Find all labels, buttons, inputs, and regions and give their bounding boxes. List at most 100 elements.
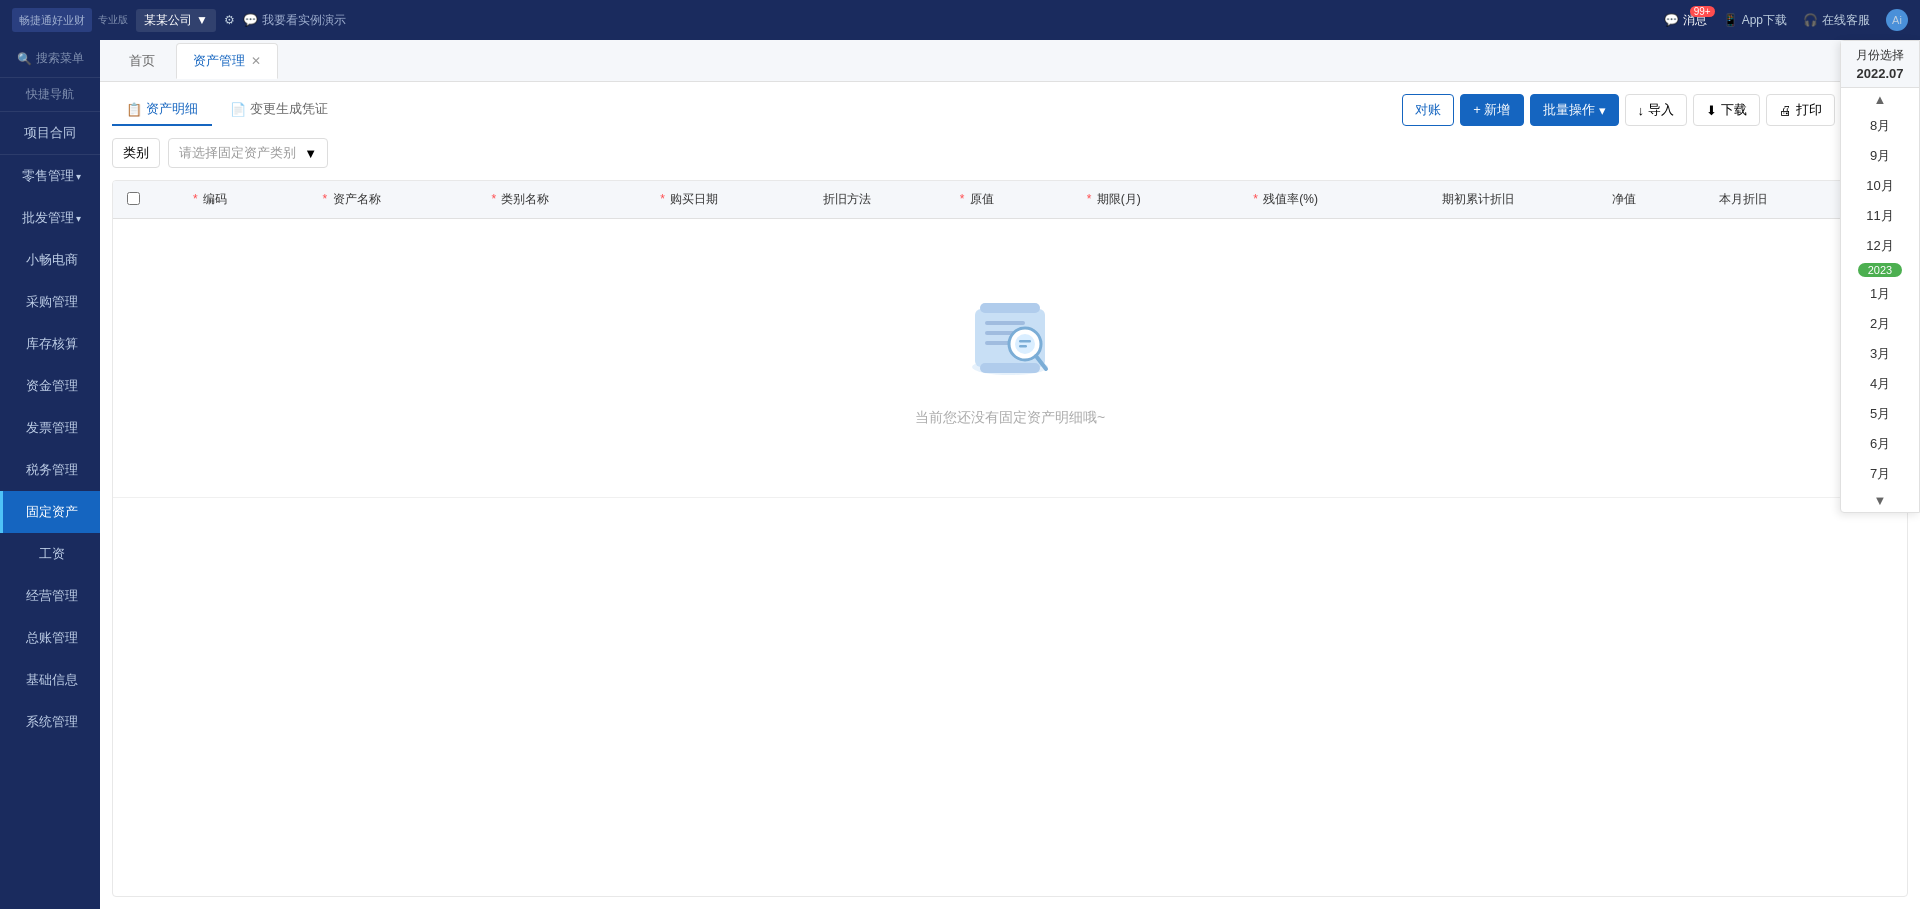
messages-button[interactable]: 💬 消息 99+: [1664, 12, 1707, 29]
month-item-4[interactable]: 4月: [1841, 369, 1919, 399]
page-content: 📋 资产明细 📄 变更生成凭证 对账 + 新增 批量操作: [100, 82, 1920, 909]
toolbar-left: 类别 请选择固定资产类别 ▼: [112, 138, 328, 168]
asset-detail-icon: 📋: [126, 102, 142, 117]
month-item-9[interactable]: 9月: [1841, 141, 1919, 171]
empty-state: 当前您还没有固定资产明细哦~: [121, 229, 1899, 487]
app-logo: 畅捷通好业财 专业版: [12, 8, 128, 32]
sidebar-item-base-info[interactable]: 基础信息: [0, 659, 100, 701]
sidebar-item-invoice[interactable]: 发票管理: [0, 407, 100, 449]
header-accumulated-depreciation: 期初累计折旧: [1378, 181, 1579, 219]
sidebar-item-inventory[interactable]: 库存核算: [0, 323, 100, 365]
empty-state-cell: 当前您还没有固定资产明细哦~: [113, 219, 1907, 498]
demo-icon: 💬: [243, 13, 258, 27]
sidebar-item-retail[interactable]: 零售管理 ▾: [0, 155, 100, 197]
empty-state-row: 当前您还没有固定资产明细哦~: [113, 219, 1907, 498]
import-button[interactable]: ↓ 导入: [1625, 94, 1688, 126]
asset-table: * 编码 * 资产名称 * 类别名称: [112, 180, 1908, 897]
month-item-3[interactable]: 3月: [1841, 339, 1919, 369]
search-menu[interactable]: 🔍 搜索菜单: [0, 40, 100, 78]
content-area: 首页 资产管理 ✕ 📋 资产明细 📄 变更生成凭证: [100, 40, 1920, 909]
sub-tab-change-voucher[interactable]: 📄 变更生成凭证: [216, 94, 342, 126]
table-header: * 编码 * 资产名称 * 类别名称: [113, 181, 1907, 219]
top-bar: 畅捷通好业财 专业版 某某公司 ▼ ⚙ 💬 我要看实例演示 💬 消息 99+ 📱…: [0, 0, 1920, 40]
month-selector-panel: 月份选择 2022.07 ▲ 8月 9月 10月 11月 12月 2023 1月…: [1840, 40, 1920, 513]
print-button[interactable]: 🖨 打印: [1766, 94, 1835, 126]
category-filter[interactable]: 类别: [112, 138, 160, 168]
logo-icon: 畅捷通好业财: [12, 8, 92, 32]
top-bar-right: 💬 消息 99+ 📱 App下载 🎧 在线客服 Ai: [1664, 9, 1908, 31]
table-header-row: * 编码 * 资产名称 * 类别名称: [113, 181, 1907, 219]
month-item-1[interactable]: 1月: [1841, 279, 1919, 309]
sidebar-item-system[interactable]: 系统管理: [0, 701, 100, 743]
sidebar-item-tax[interactable]: 税务管理: [0, 449, 100, 491]
add-button[interactable]: + 新增: [1460, 94, 1523, 126]
sidebar-item-label: 工资: [39, 545, 65, 563]
header-monthly-depreciation: 本月折旧: [1670, 181, 1816, 219]
select-all-checkbox[interactable]: [127, 192, 140, 205]
month-nav-up[interactable]: ▲: [1841, 88, 1919, 111]
sidebar-item-salary[interactable]: 工资: [0, 533, 100, 575]
header-period: * 期限(月): [1034, 181, 1194, 219]
sub-tab-asset-detail-label: 资产明细: [146, 100, 198, 118]
svg-rect-11: [1019, 345, 1027, 348]
tab-close-icon[interactable]: ✕: [251, 54, 261, 68]
phone-icon: 📱: [1723, 13, 1738, 27]
month-item-2[interactable]: 2月: [1841, 309, 1919, 339]
sidebar-item-quick-nav[interactable]: 快捷导航: [0, 78, 100, 112]
tab-asset-mgmt[interactable]: 资产管理 ✕: [176, 43, 278, 79]
demo-button[interactable]: 💬 我要看实例演示: [243, 12, 346, 29]
company-selector[interactable]: 某某公司 ▼: [136, 9, 216, 32]
category-select[interactable]: 请选择固定资产类别 ▼: [168, 138, 328, 168]
header-category: * 类别名称: [436, 181, 605, 219]
month-item-12[interactable]: 12月: [1841, 231, 1919, 261]
month-item-11[interactable]: 11月: [1841, 201, 1919, 231]
month-panel-year: 2022.07: [1849, 66, 1911, 81]
header-asset-name: * 资产名称: [267, 181, 436, 219]
month-item-6[interactable]: 6月: [1841, 429, 1919, 459]
sidebar-item-wholesale[interactable]: 批发管理 ▾: [0, 197, 100, 239]
tab-home-label: 首页: [129, 52, 155, 70]
sidebar-item-finance[interactable]: 资金管理: [0, 365, 100, 407]
add-label: + 新增: [1473, 101, 1510, 119]
table-body: 当前您还没有固定资产明细哦~: [113, 219, 1907, 498]
sidebar-item-label: 零售管理: [22, 167, 74, 185]
user-menu[interactable]: Ai: [1886, 9, 1908, 31]
chevron-down-icon: ▾: [76, 213, 81, 224]
print-icon: 🖨: [1779, 103, 1792, 118]
sidebar-item-ledger[interactable]: 总账管理: [0, 617, 100, 659]
online-service-label: 在线客服: [1822, 12, 1870, 29]
svg-rect-3: [980, 363, 1040, 373]
month-item-8[interactable]: 8月: [1841, 111, 1919, 141]
reconcile-button[interactable]: 对账: [1402, 94, 1454, 126]
change-voucher-icon: 📄: [230, 102, 246, 117]
month-item-5[interactable]: 5月: [1841, 399, 1919, 429]
filter-label: 类别: [123, 144, 149, 162]
sidebar-item-fixed-assets[interactable]: 固定资产: [0, 491, 100, 533]
quick-nav-label: 快捷导航: [26, 86, 74, 103]
sidebar-item-label: 经营管理: [26, 587, 78, 605]
download-button[interactable]: ⬇ 下载: [1693, 94, 1760, 126]
month-nav-down[interactable]: ▼: [1841, 489, 1919, 512]
tab-home[interactable]: 首页: [112, 43, 172, 78]
batch-button[interactable]: 批量操作 ▾: [1530, 94, 1619, 126]
svg-point-8: [1015, 334, 1035, 354]
sidebar-item-project[interactable]: 项目合同: [0, 112, 100, 155]
svg-rect-4: [985, 321, 1025, 325]
import-icon: ↓: [1638, 103, 1645, 118]
sidebar-item-operations[interactable]: 经营管理: [0, 575, 100, 617]
sidebar-item-ecommerce[interactable]: 小畅电商: [0, 239, 100, 281]
month-item-7[interactable]: 7月: [1841, 459, 1919, 489]
online-service-button[interactable]: 🎧 在线客服: [1803, 12, 1870, 29]
demo-label: 我要看实例演示: [262, 12, 346, 29]
app-download-button[interactable]: 📱 App下载: [1723, 12, 1787, 29]
sidebar-item-purchase[interactable]: 采购管理: [0, 281, 100, 323]
header-checkbox-cell: [113, 181, 153, 219]
sub-tab-change-voucher-label: 变更生成凭证: [250, 100, 328, 118]
month-item-10[interactable]: 10月: [1841, 171, 1919, 201]
sidebar-item-label: 固定资产: [26, 503, 78, 521]
search-icon: 🔍: [17, 52, 32, 66]
top-bar-left: 畅捷通好业财 专业版 某某公司 ▼ ⚙ 💬 我要看实例演示: [12, 8, 1654, 32]
settings-button[interactable]: ⚙: [224, 13, 235, 27]
app-download-label: App下载: [1742, 12, 1787, 29]
sub-tab-asset-detail[interactable]: 📋 资产明细: [112, 94, 212, 126]
